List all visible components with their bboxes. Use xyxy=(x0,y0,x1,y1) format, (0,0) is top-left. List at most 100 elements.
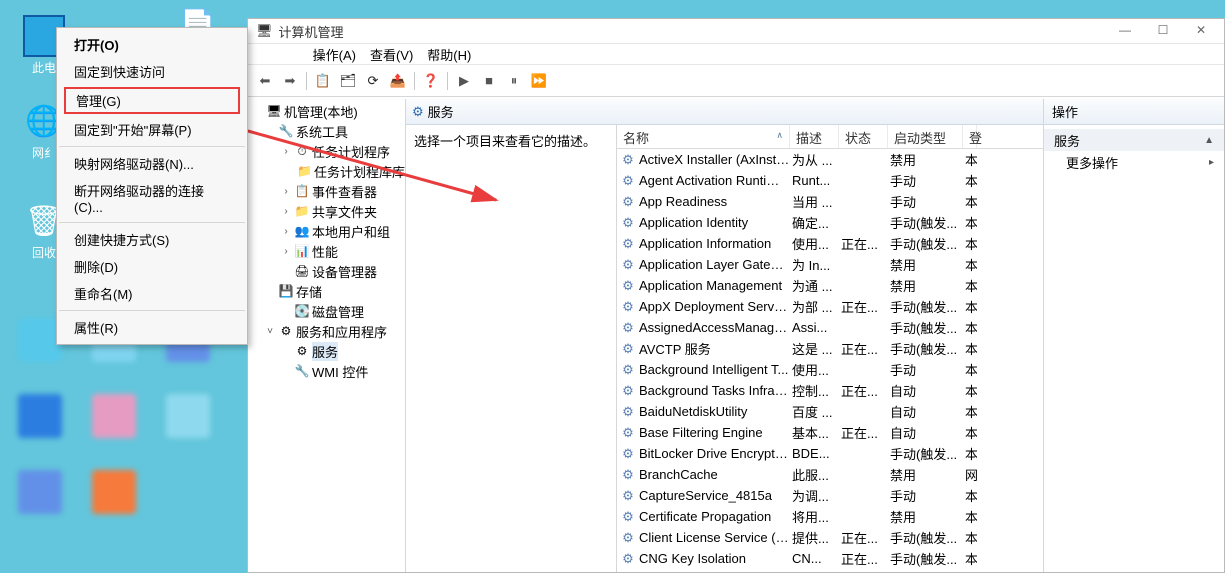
actions-group[interactable]: 服务 ▲ xyxy=(1044,129,1224,151)
service-row[interactable]: ⚙Background Intelligent T...使用...手动本 xyxy=(617,359,1043,380)
service-row[interactable]: ⚙Application Layer Gatewa...为 In...禁用本 xyxy=(617,254,1043,275)
svc-start: 手动 xyxy=(888,171,963,190)
gear-icon: ⚙ xyxy=(620,257,636,273)
col-name[interactable]: 名称 xyxy=(617,125,790,148)
maximize-button[interactable]: ☐ xyxy=(1144,19,1182,41)
service-row[interactable]: ⚙Agent Activation Runtime...Runt...手动本 xyxy=(617,170,1043,191)
stop-service-button[interactable]: ■ xyxy=(478,70,500,92)
tree-node-icon: 🔧 xyxy=(294,363,310,379)
menu-3[interactable]: 帮助(H) xyxy=(427,45,471,64)
ctx-delete[interactable]: 删除(D) xyxy=(58,253,246,280)
export-button[interactable]: 📤 xyxy=(387,70,409,92)
service-row[interactable]: ⚙Client License Service (Cli...提供...正在..… xyxy=(617,527,1043,548)
tree-item[interactable]: ›📁共享文件夹 xyxy=(248,201,405,221)
service-row[interactable]: ⚙App Readiness当用 ...手动本 xyxy=(617,191,1043,212)
actions-more[interactable]: 更多操作 ▸ xyxy=(1044,151,1224,173)
expand-icon[interactable]: › xyxy=(280,226,292,237)
gear-icon: ⚙ xyxy=(620,320,636,336)
tree-label: 本地用户和组 xyxy=(312,222,390,241)
ctx-props[interactable]: 属性(R) xyxy=(58,314,246,341)
ctx-manage[interactable]: 管理(G) xyxy=(64,87,240,114)
tree-item[interactable]: ˅⚙服务和应用程序 xyxy=(248,321,405,341)
service-row[interactable]: ⚙AssignedAccessManager...Assi...手动(触发...… xyxy=(617,317,1043,338)
service-row[interactable]: ⚙BaiduNetdiskUtility百度 ...自动本 xyxy=(617,401,1043,422)
service-row[interactable]: ⚙AppX Deployment Servic...为部 ...正在...手动(… xyxy=(617,296,1043,317)
service-row[interactable]: ⚙BitLocker Drive Encryptio...BDE...手动(触发… xyxy=(617,443,1043,464)
service-row[interactable]: ⚙CaptureService_4815a为调...手动本 xyxy=(617,485,1043,506)
help-button[interactable]: ❓ xyxy=(420,70,442,92)
tree-item[interactable]: ⚙服务 xyxy=(248,341,405,361)
svc-status: 正在... xyxy=(839,297,888,316)
restart-service-button[interactable]: ⏩ xyxy=(528,70,550,92)
service-row[interactable]: ⚙AVCTP 服务这是 ...正在...手动(触发...本 xyxy=(617,338,1043,359)
svc-name: BitLocker Drive Encryptio... xyxy=(639,446,790,461)
svc-name: AppX Deployment Servic... xyxy=(639,299,790,314)
tree-item[interactable]: ›👥本地用户和组 xyxy=(248,221,405,241)
ctx-map[interactable]: 映射网络驱动器(N)... xyxy=(58,150,246,177)
tree-item[interactable]: ›📊性能 xyxy=(248,241,405,261)
svc-logon: 本 xyxy=(963,255,977,274)
titlebar[interactable]: 🖥 计算机管理 — ☐ ✕ xyxy=(248,19,1224,43)
service-row[interactable]: ⚙BranchCache此服...禁用网 xyxy=(617,464,1043,485)
service-row[interactable]: ⚙Application Identity确定...手动(触发...本 xyxy=(617,212,1043,233)
tree-item[interactable]: 💾存储 xyxy=(248,281,405,301)
service-row[interactable]: ⚙Application Management为通 ...禁用本 xyxy=(617,275,1043,296)
menu-1[interactable]: 操作(A) xyxy=(313,45,356,64)
svc-name: AVCTP 服务 xyxy=(639,339,790,358)
expand-icon[interactable]: ˅ xyxy=(264,326,276,337)
center-pane: ⚙ 服务 选择一个项目来查看它的描述。 名称 描述 状态 启动类型 登 ⚙Act… xyxy=(406,99,1044,572)
services-header[interactable]: 名称 描述 状态 启动类型 登 xyxy=(617,125,1043,149)
col-status[interactable]: 状态 xyxy=(839,125,888,148)
svc-logon: 本 xyxy=(963,150,977,169)
service-row[interactable]: ⚙ActiveX Installer (AxInstSV)为从 ...禁用本 xyxy=(617,149,1043,170)
tree-item[interactable]: 🔧WMI 控件 xyxy=(248,361,405,381)
service-row[interactable]: ⚙CNG Key IsolationCN...正在...手动(触发...本 xyxy=(617,548,1043,569)
service-row[interactable]: ⚙Application Information使用...正在...手动(触发.… xyxy=(617,233,1043,254)
svc-start: 手动 xyxy=(888,360,963,379)
ctx-pin-start[interactable]: 固定到"开始"屏幕(P) xyxy=(58,116,246,143)
col-desc[interactable]: 描述 xyxy=(790,125,839,148)
tree-item[interactable]: ›⏱任务计划程序 xyxy=(248,141,405,161)
gear-icon: ⚙ xyxy=(620,383,636,399)
tree-item[interactable]: 📁任务计划程库库 xyxy=(248,161,405,181)
refresh-button[interactable]: ⟳ xyxy=(362,70,384,92)
ctx-rename[interactable]: 重命名(M) xyxy=(58,280,246,307)
tree-item[interactable]: 🖨设备管理器 xyxy=(248,261,405,281)
tree-item[interactable]: 🔧系统工具 xyxy=(248,121,405,141)
ctx-pin-qa[interactable]: 固定到快速访问 xyxy=(58,58,246,85)
tree-label: 任务计划程库库 xyxy=(314,162,405,181)
expand-icon[interactable]: › xyxy=(280,246,292,257)
service-row[interactable]: ⚙Background Tasks Infras...控制...正在...自动本 xyxy=(617,380,1043,401)
svc-name: Application Management xyxy=(639,278,790,293)
back-button[interactable]: ⬅ xyxy=(254,70,276,92)
up-button[interactable]: 📋 xyxy=(312,70,334,92)
services-list[interactable]: ⚙ActiveX Installer (AxInstSV)为从 ...禁用本⚙A… xyxy=(617,149,1043,569)
col-start[interactable]: 启动类型 xyxy=(888,125,963,148)
svc-start: 手动 xyxy=(888,486,963,505)
service-row[interactable]: ⚙Certificate Propagation将用...禁用本 xyxy=(617,506,1043,527)
svc-name: ActiveX Installer (AxInstSV) xyxy=(639,152,790,167)
tree-label: WMI 控件 xyxy=(312,362,368,381)
props-button[interactable]: 🗂 xyxy=(337,70,359,92)
expand-icon[interactable]: › xyxy=(280,146,292,157)
pause-service-button[interactable]: ⏸ xyxy=(503,70,525,92)
expand-icon[interactable]: › xyxy=(280,206,292,217)
ctx-open[interactable]: 打开(O) xyxy=(58,31,246,58)
minimize-button[interactable]: — xyxy=(1106,19,1144,41)
expand-icon[interactable]: › xyxy=(280,186,292,197)
ctx-disconnect[interactable]: 断开网络驱动器的连接(C)... xyxy=(58,177,246,219)
tree-item[interactable]: ›📋事件查看器 xyxy=(248,181,405,201)
tree-item[interactable]: 💽磁盘管理 xyxy=(248,301,405,321)
svc-desc: Assi... xyxy=(790,320,839,335)
tree-item[interactable]: 🖥机管理(本地) xyxy=(248,101,405,121)
menu-2[interactable]: 查看(V) xyxy=(370,45,413,64)
start-service-button[interactable]: ▶ xyxy=(453,70,475,92)
gear-icon: ⚙ xyxy=(620,509,636,525)
close-button[interactable]: ✕ xyxy=(1182,19,1220,41)
ctx-shortcut[interactable]: 创建快捷方式(S) xyxy=(58,226,246,253)
tree-node-icon: 🖨 xyxy=(294,263,310,279)
forward-button[interactable]: ➡ xyxy=(279,70,301,92)
tree-pane[interactable]: 🖥机管理(本地)🔧系统工具›⏱任务计划程序📁任务计划程库库›📋事件查看器›📁共享… xyxy=(248,99,406,572)
col-logon[interactable]: 登 xyxy=(963,125,977,148)
service-row[interactable]: ⚙Base Filtering Engine基本...正在...自动本 xyxy=(617,422,1043,443)
